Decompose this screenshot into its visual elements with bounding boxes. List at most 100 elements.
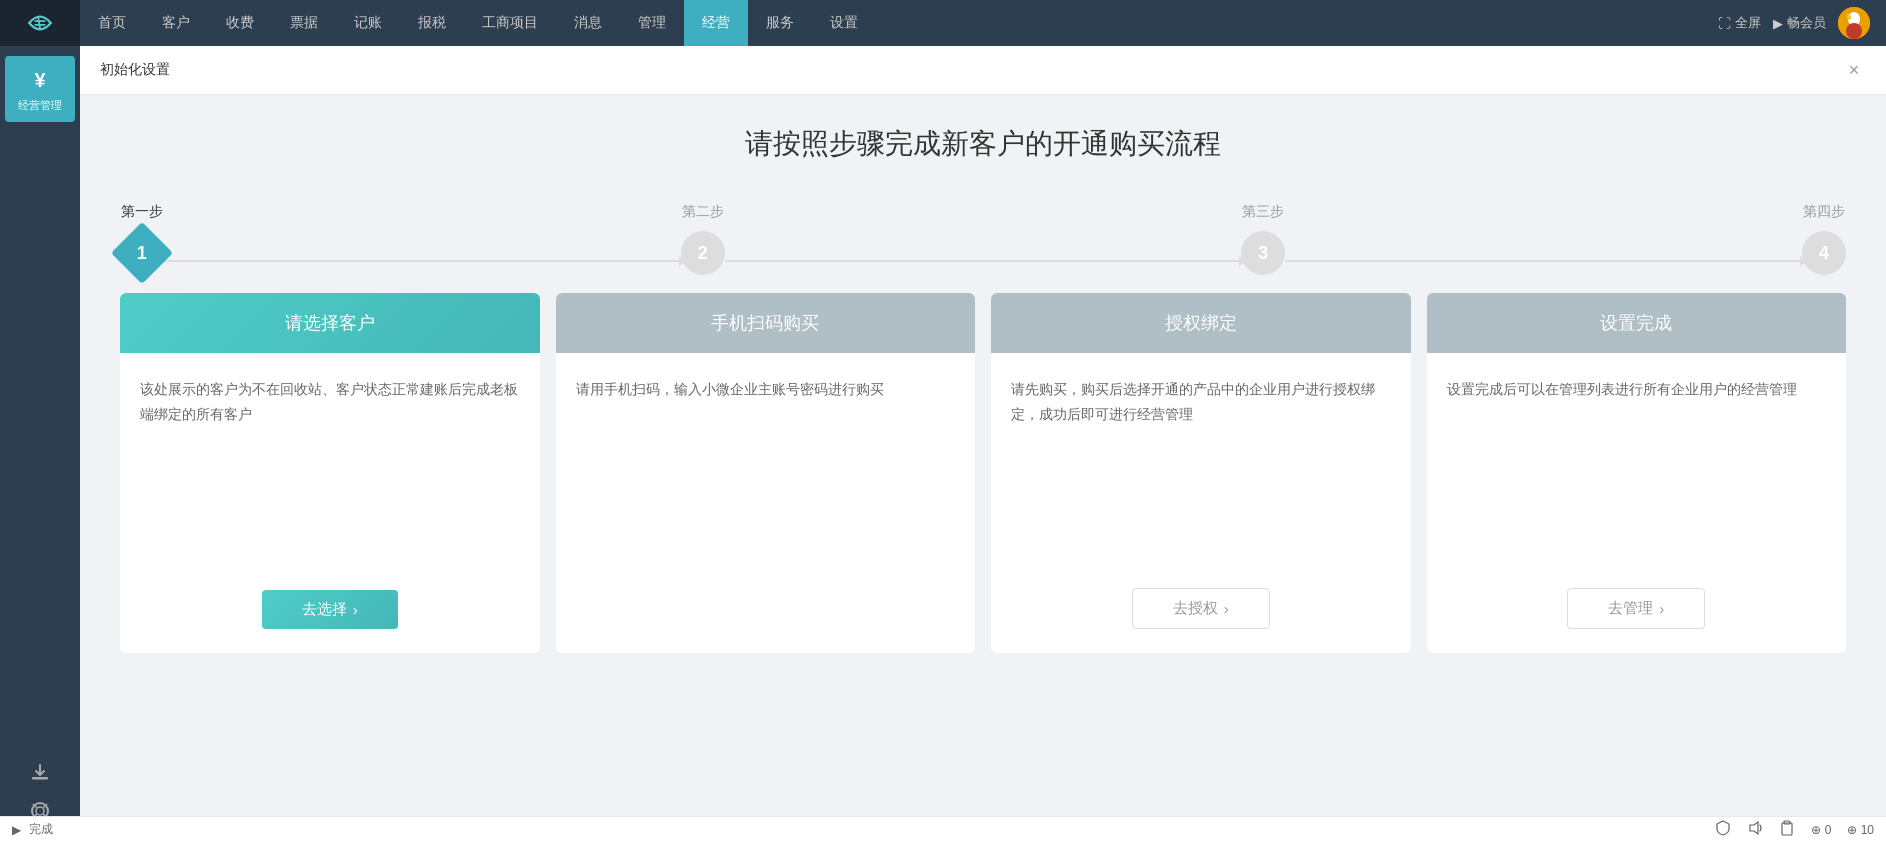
clipboard-icon xyxy=(1779,820,1795,839)
step-3-circle: 3 xyxy=(1241,231,1285,275)
card-2-body: 请用手机扫码，输入小微企业主账号密码进行购买 xyxy=(556,353,976,613)
card-1-btn-arrow: › xyxy=(353,601,358,618)
card-3-btn-label: 去授权 xyxy=(1173,599,1218,618)
card-4-footer: 去管理 › xyxy=(1427,572,1847,653)
nav-biz-items[interactable]: 工商项目 xyxy=(464,0,556,46)
card-4-button[interactable]: 去管理 › xyxy=(1567,588,1705,629)
cards-row: 请选择客户 该处展示的客户为不在回收站、客户状态正常建账后完成老板端绑定的所有客… xyxy=(120,293,1846,653)
card-3-description: 请先购买，购买后选择开通的产品中的企业用户进行授权绑定，成功后即可进行经营管理 xyxy=(1011,381,1375,422)
nav-customers[interactable]: 客户 xyxy=(144,0,208,46)
page-title: 初始化设置 xyxy=(100,61,170,79)
status-text: 完成 xyxy=(29,821,53,838)
sidebar-item-operations[interactable]: ¥ 经营管理 xyxy=(5,56,75,122)
card-4-title: 设置完成 xyxy=(1600,313,1672,333)
sidebar-item-label: 经营管理 xyxy=(18,98,62,112)
card-4-body: 设置完成后可以在管理列表进行所有企业用户的经营管理 xyxy=(1427,353,1847,572)
card-2-title: 手机扫码购买 xyxy=(711,313,819,333)
step-item-3: 第三步 3 xyxy=(1241,203,1285,275)
setup-content: 请按照步骤完成新客户的开通购买流程 第一步 1 第二步 2 xyxy=(80,95,1886,683)
step-2-label: 第二步 xyxy=(682,203,724,221)
update-count: ⊕ 10 xyxy=(1847,823,1874,837)
fullscreen-icon: ⛶ xyxy=(1718,16,1731,31)
nav-items: 首页 客户 收费 票据 记账 报税 工商项目 消息 管理 经营 服务 设置 xyxy=(80,0,1718,46)
left-sidebar: ¥ 经营管理 xyxy=(0,46,80,842)
card-1-footer: 去选择 › xyxy=(120,574,540,653)
svg-point-3 xyxy=(1846,23,1862,39)
card-authorize-bind: 授权绑定 请先购买，购买后选择开通的产品中的企业用户进行授权绑定，成功后即可进行… xyxy=(991,293,1411,653)
card-select-customer: 请选择客户 该处展示的客户为不在回收站、客户状态正常建账后完成老板端绑定的所有客… xyxy=(120,293,540,653)
member-label: 畅会员 xyxy=(1787,14,1826,32)
top-navigation: 首页 客户 收费 票据 记账 报税 工商项目 消息 管理 经营 服务 设置 ⛶ … xyxy=(0,0,1886,46)
card-4-btn-arrow: › xyxy=(1659,600,1664,617)
nav-fees[interactable]: 收费 xyxy=(208,0,272,46)
steps-flow: 第一步 1 第二步 2 第三步 3 xyxy=(120,203,1846,275)
play-btn[interactable]: ▶ xyxy=(12,823,21,837)
card-3-header: 授权绑定 xyxy=(991,293,1411,353)
download-icon[interactable] xyxy=(29,762,51,784)
fullscreen-button[interactable]: ⛶ 全屏 xyxy=(1718,14,1761,32)
card-3-btn-arrow: › xyxy=(1224,600,1229,617)
step-item-2: 第二步 2 xyxy=(681,203,725,275)
card-3-title: 授权绑定 xyxy=(1165,313,1237,333)
step-2-circle: 2 xyxy=(681,231,725,275)
nav-services[interactable]: 服务 xyxy=(748,0,812,46)
step-item-1: 第一步 1 xyxy=(120,203,164,275)
nav-management[interactable]: 管理 xyxy=(620,0,684,46)
card-2-footer xyxy=(556,613,976,653)
svg-point-6 xyxy=(36,807,44,815)
step-1-diamond: 1 xyxy=(111,222,173,284)
svg-rect-4 xyxy=(32,777,48,780)
card-4-btn-label: 去管理 xyxy=(1608,599,1653,618)
fullscreen-label: 全屏 xyxy=(1735,14,1761,32)
nav-home[interactable]: 首页 xyxy=(80,0,144,46)
step-1-number: 1 xyxy=(137,242,147,263)
nav-tax[interactable]: 报税 xyxy=(400,0,464,46)
step-4-label: 第四步 xyxy=(1803,203,1845,221)
shield-icon xyxy=(1715,820,1731,839)
card-1-header: 请选择客户 xyxy=(120,293,540,353)
card-setup-complete: 设置完成 设置完成后可以在管理列表进行所有企业用户的经营管理 去管理 › xyxy=(1427,293,1847,653)
page-header: 初始化设置 × xyxy=(80,46,1886,95)
step-connector-1 xyxy=(164,260,681,262)
svg-rect-8 xyxy=(1782,823,1792,835)
nav-settings[interactable]: 设置 xyxy=(812,0,876,46)
card-1-button[interactable]: 去选择 › xyxy=(262,590,398,629)
step-item-4: 第四步 4 xyxy=(1802,203,1846,275)
nav-invoices[interactable]: 票据 xyxy=(272,0,336,46)
step-connector-2 xyxy=(725,260,1242,262)
volume-icon xyxy=(1747,820,1763,839)
close-button[interactable]: × xyxy=(1842,58,1866,82)
operations-icon: ¥ xyxy=(26,66,54,94)
card-2-description: 请用手机扫码，输入小微企业主账号密码进行购买 xyxy=(576,381,884,397)
step-1-indicator: 1 xyxy=(120,231,164,275)
svg-marker-7 xyxy=(1750,822,1758,834)
nav-operations[interactable]: 经营 xyxy=(684,0,748,46)
step-connector-3 xyxy=(1285,260,1802,262)
play-icon: ▶ xyxy=(1773,16,1783,31)
card-1-body: 该处展示的客户为不在回收站、客户状态正常建账后完成老板端绑定的所有客户 xyxy=(120,353,540,574)
card-2-header: 手机扫码购买 xyxy=(556,293,976,353)
main-content: 初始化设置 × 请按照步骤完成新客户的开通购买流程 第一步 1 第二步 2 xyxy=(80,46,1886,816)
card-1-title: 请选择客户 xyxy=(285,313,375,333)
member-button[interactable]: ▶ 畅会员 xyxy=(1773,14,1826,32)
nav-bookkeeping[interactable]: 记账 xyxy=(336,0,400,46)
card-4-description: 设置完成后可以在管理列表进行所有企业用户的经营管理 xyxy=(1447,381,1797,397)
step-1-label: 第一步 xyxy=(121,203,163,221)
avatar[interactable] xyxy=(1838,7,1870,39)
step-4-circle: 4 xyxy=(1802,231,1846,275)
card-3-button[interactable]: 去授权 › xyxy=(1132,588,1270,629)
card-1-description: 该处展示的客户为不在回收站、客户状态正常建账后完成老板端绑定的所有客户 xyxy=(140,381,518,422)
status-bar: ▶ 完成 ⊕ 0 ⊕ 10 xyxy=(0,816,1886,842)
card-1-btn-label: 去选择 xyxy=(302,600,347,619)
nav-right-area: ⛶ 全屏 ▶ 畅会员 xyxy=(1718,7,1886,39)
card-3-body: 请先购买，购买后选择开通的产品中的企业用户进行授权绑定，成功后即可进行经营管理 xyxy=(991,353,1411,572)
nav-messages[interactable]: 消息 xyxy=(556,0,620,46)
notification-count: ⊕ 0 xyxy=(1811,823,1831,837)
card-scan-buy: 手机扫码购买 请用手机扫码，输入小微企业主账号密码进行购买 xyxy=(556,293,976,653)
setup-main-title: 请按照步骤完成新客户的开通购买流程 xyxy=(120,125,1846,163)
card-4-header: 设置完成 xyxy=(1427,293,1847,353)
step-3-label: 第三步 xyxy=(1242,203,1284,221)
card-3-footer: 去授权 › xyxy=(991,572,1411,653)
status-bar-right: ⊕ 0 ⊕ 10 xyxy=(1715,820,1874,839)
sidebar-bottom-actions xyxy=(29,762,51,822)
